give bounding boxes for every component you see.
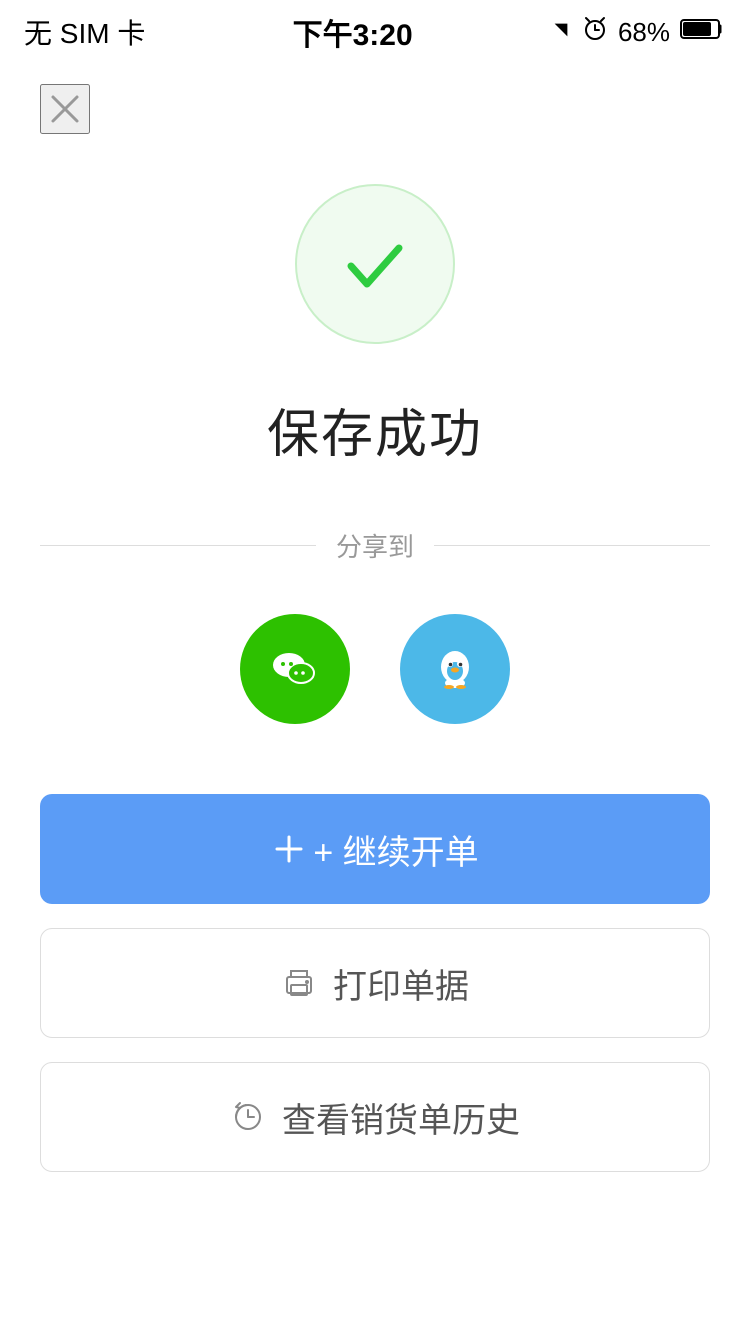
continue-button[interactable]: + 继续开单 (40, 794, 710, 904)
alarm-icon (582, 16, 608, 49)
battery-percent: 68% (618, 17, 670, 48)
continue-label: + 继续开单 (313, 825, 478, 874)
action-buttons: + 继续开单 打印单据 (40, 794, 710, 1172)
no-sim-label: 无 SIM 卡 (24, 12, 145, 52)
divider-left (40, 545, 316, 546)
print-label: 打印单据 (333, 959, 469, 1008)
battery-icon (680, 17, 726, 48)
success-icon-circle (295, 184, 455, 344)
history-label: 查看销货单历史 (282, 1093, 520, 1142)
plus-icon (271, 831, 307, 867)
status-left: 无 SIM 卡 (24, 12, 155, 52)
wechat-share-button[interactable] (240, 614, 350, 724)
history-icon (230, 1099, 266, 1135)
close-button[interactable] (40, 84, 90, 134)
print-icon (281, 965, 317, 1001)
status-bar: 无 SIM 卡 下午3:20 68% (0, 0, 750, 64)
divider-right (434, 545, 710, 546)
print-button[interactable]: 打印单据 (40, 928, 710, 1038)
status-time: 下午3:20 (293, 10, 413, 54)
location-icon (550, 17, 572, 48)
status-right: 68% (550, 16, 726, 49)
share-icons-container (240, 614, 510, 724)
share-section: 分享到 (40, 527, 710, 564)
success-title: 保存成功 (267, 392, 483, 467)
share-label: 分享到 (336, 527, 414, 564)
main-content: 保存成功 分享到 (0, 64, 750, 1172)
history-button[interactable]: 查看销货单历史 (40, 1062, 710, 1172)
qq-share-button[interactable] (400, 614, 510, 724)
